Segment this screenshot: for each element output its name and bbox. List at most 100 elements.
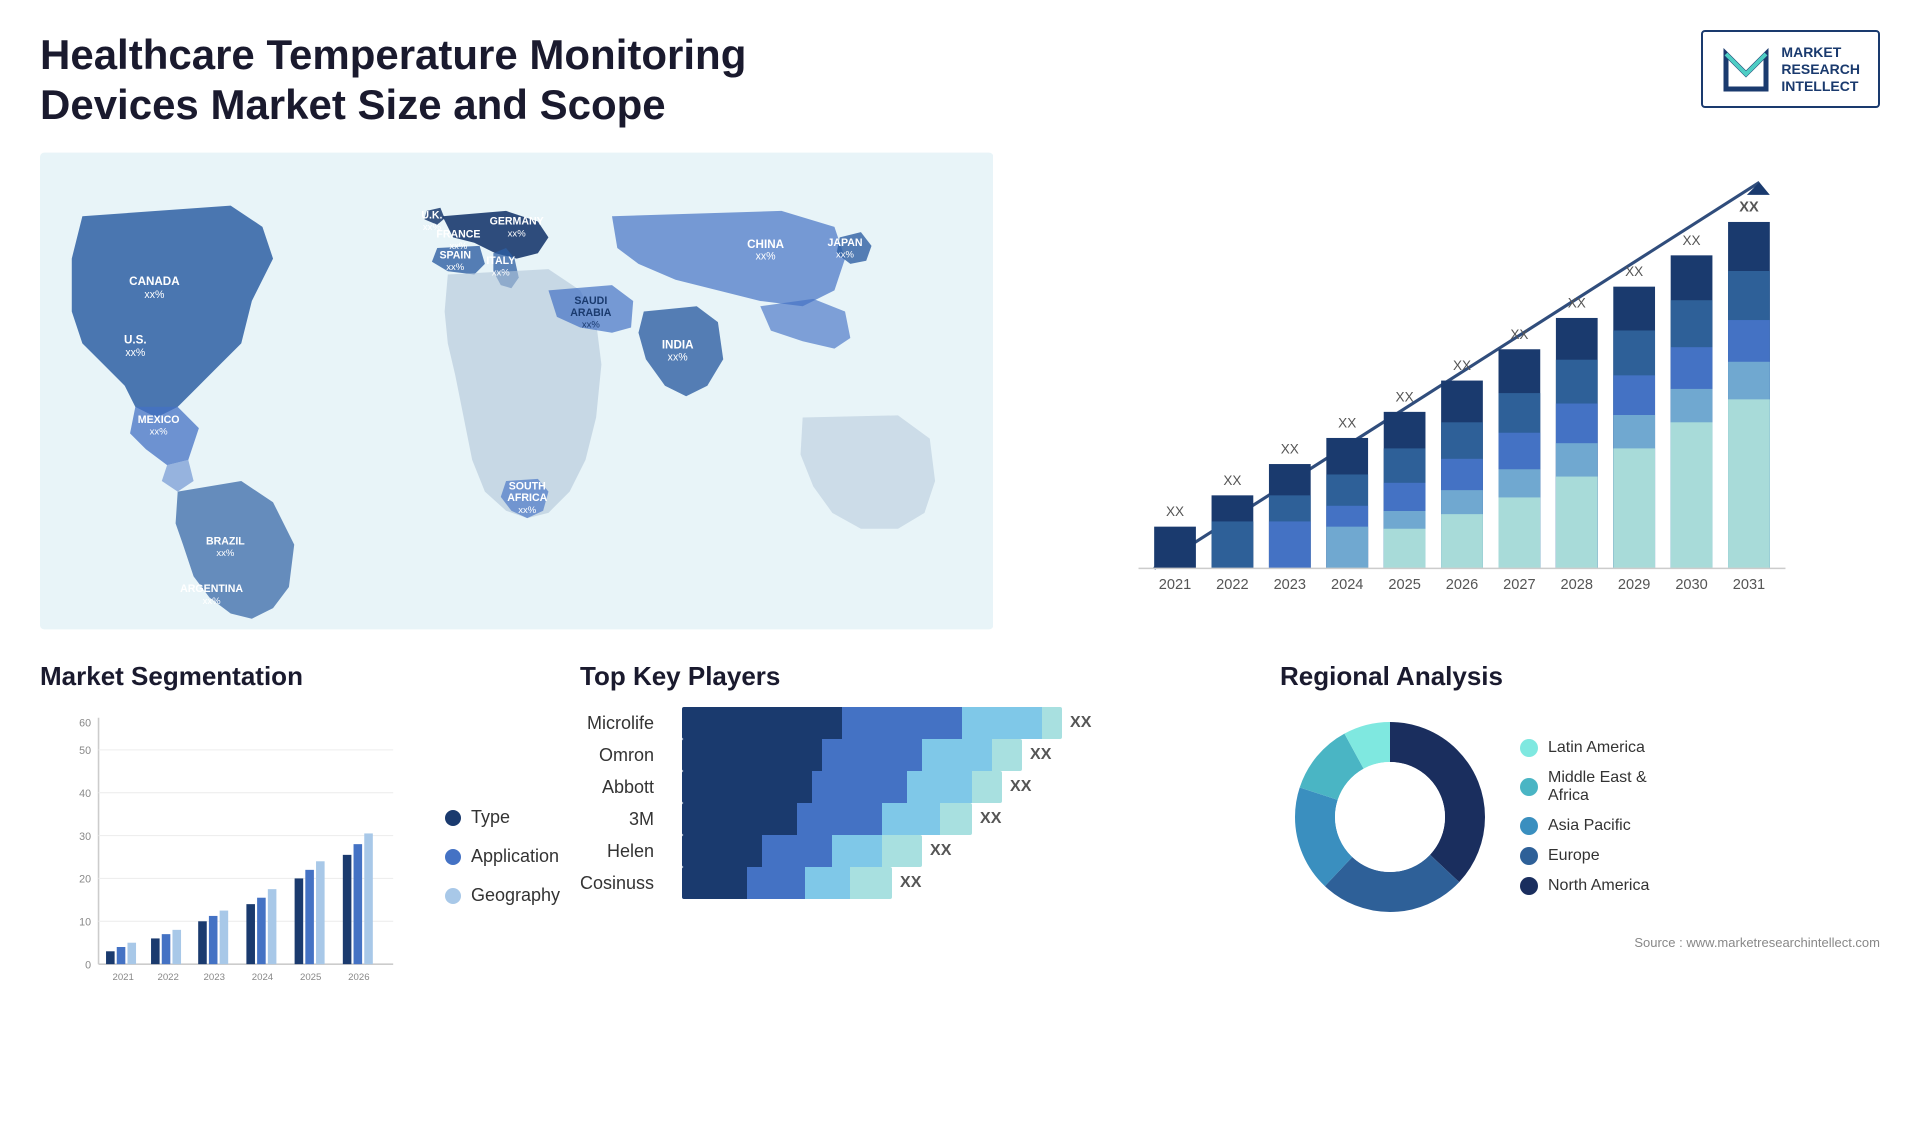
svg-text:2024: 2024 [252,972,274,983]
regional-layout: Latin America Middle East &Africa Asia P… [1280,707,1880,927]
svg-text:XX: XX [1224,473,1242,488]
regional-legend: Latin America Middle East &Africa Asia P… [1520,739,1649,895]
player-3m: 3M [580,810,654,828]
legend-middle-east: Middle East &Africa [1520,769,1649,805]
player-abbott: Abbott [580,778,654,796]
svg-text:CHINA: CHINA [747,238,784,251]
svg-text:BRAZIL: BRAZIL [206,535,245,547]
player-bar-omron: XX [682,739,1260,771]
logo: MARKET RESEARCH INTELLECT [1701,30,1880,108]
regional-panel: Regional Analysis [1280,661,1880,1061]
source-text: Source : www.marketresearchintellect.com [1280,935,1880,950]
svg-text:XX: XX [1453,358,1471,373]
legend-la-label: Latin America [1548,739,1645,757]
svg-text:ITALY: ITALY [486,255,515,267]
legend-la-dot [1520,739,1538,757]
svg-text:AFRICA: AFRICA [507,492,547,504]
svg-text:2023: 2023 [1274,577,1306,593]
svg-text:2031: 2031 [1733,577,1765,593]
player-bar-3m: XX [682,803,1260,835]
svg-text:XX: XX [1568,295,1586,310]
legend-geography-label: Geography [471,885,560,906]
header: Healthcare Temperature Monitoring Device… [40,30,1880,131]
svg-text:xx%: xx% [446,262,465,273]
svg-text:30: 30 [79,831,91,843]
key-players-panel: Top Key Players Microlife Omron Abbott 3… [580,661,1260,1061]
svg-text:xx%: xx% [125,347,146,359]
page-container: Healthcare Temperature Monitoring Device… [0,0,1920,1146]
svg-text:2026: 2026 [1446,577,1478,593]
legend-latin-america: Latin America [1520,739,1649,757]
svg-text:GERMANY: GERMANY [490,215,544,227]
seg-chart-svg: 0 10 20 30 40 50 60 [40,707,425,1007]
svg-text:2024: 2024 [1331,577,1363,593]
world-map-svg: CANADA xx% U.S. xx% MEXICO xx% BRAZIL xx… [40,151,993,631]
legend-application: Application [445,846,560,867]
svg-text:xx%: xx% [836,249,855,260]
regional-title: Regional Analysis [1280,661,1880,692]
players-bars-area: XX XX [682,707,1260,899]
svg-text:XX: XX [1511,327,1529,342]
legend-eu-dot [1520,847,1538,865]
svg-text:20: 20 [79,873,91,885]
player-cosinuss: Cosinuss [580,874,654,892]
legend-na-label: North America [1548,877,1649,895]
legend-application-label: Application [471,846,559,867]
svg-text:2022: 2022 [1217,577,1249,593]
svg-text:xx%: xx% [144,289,165,301]
legend-application-dot [445,849,461,865]
legend-type-dot [445,810,461,826]
player-bar-abbott: XX [682,771,1260,803]
svg-text:MEXICO: MEXICO [138,414,180,426]
legend-na-dot [1520,877,1538,895]
svg-text:40: 40 [79,788,91,800]
segmentation-legend: Type Application Geography [445,707,560,1007]
svg-text:xx%: xx% [203,596,222,607]
svg-text:50: 50 [79,745,91,757]
svg-text:XX: XX [1338,415,1356,430]
svg-text:xx%: xx% [756,250,777,262]
svg-text:JAPAN: JAPAN [827,237,862,249]
players-layout: Microlife Omron Abbott 3M Helen Cosinuss [580,707,1260,899]
svg-text:U.S.: U.S. [124,333,147,346]
svg-text:xx%: xx% [518,505,537,516]
svg-text:SOUTH: SOUTH [509,480,546,492]
svg-text:XX: XX [1625,264,1643,279]
player-omron: Omron [580,746,654,764]
bottom-section: Market Segmentation 0 10 20 30 40 50 60 [40,661,1880,1061]
svg-text:2025: 2025 [300,972,321,983]
player-bar-microlife: XX [682,707,1260,739]
legend-me-dot [1520,778,1538,796]
svg-text:CANADA: CANADA [129,275,180,288]
player-microlife: Microlife [580,714,654,732]
key-players-title: Top Key Players [580,661,1260,692]
svg-text:2027: 2027 [1503,577,1535,593]
svg-text:XX: XX [1740,199,1760,215]
segmentation-chart-wrapper: 0 10 20 30 40 50 60 [40,707,560,1007]
svg-text:XX: XX [1683,233,1701,248]
svg-text:xx%: xx% [150,426,169,437]
logo-text: MARKET RESEARCH INTELLECT [1781,44,1860,94]
svg-text:xx%: xx% [668,351,689,363]
player-helen: Helen [580,842,654,860]
svg-text:ARABIA: ARABIA [570,307,611,319]
svg-text:2021: 2021 [1159,577,1191,593]
svg-text:2022: 2022 [157,972,178,983]
segmentation-panel: Market Segmentation 0 10 20 30 40 50 60 [40,661,560,1061]
legend-ap-label: Asia Pacific [1548,817,1631,835]
donut-chart [1280,707,1500,927]
legend-me-label: Middle East &Africa [1548,769,1647,805]
segmentation-title: Market Segmentation [40,661,560,692]
logo-icon [1721,44,1771,94]
svg-text:SPAIN: SPAIN [439,249,471,261]
growth-chart: XX XX XX XX [1013,151,1880,631]
svg-text:SAUDI: SAUDI [574,295,607,307]
growth-chart-svg: XX XX XX XX [1013,151,1880,631]
page-title: Healthcare Temperature Monitoring Device… [40,30,840,131]
svg-text:XX: XX [1281,441,1299,456]
svg-text:XX: XX [1166,504,1184,519]
legend-north-america: North America [1520,877,1649,895]
svg-text:ARGENTINA: ARGENTINA [180,583,243,595]
map-container: CANADA xx% U.S. xx% MEXICO xx% BRAZIL xx… [40,151,993,631]
legend-asia-pacific: Asia Pacific [1520,817,1649,835]
